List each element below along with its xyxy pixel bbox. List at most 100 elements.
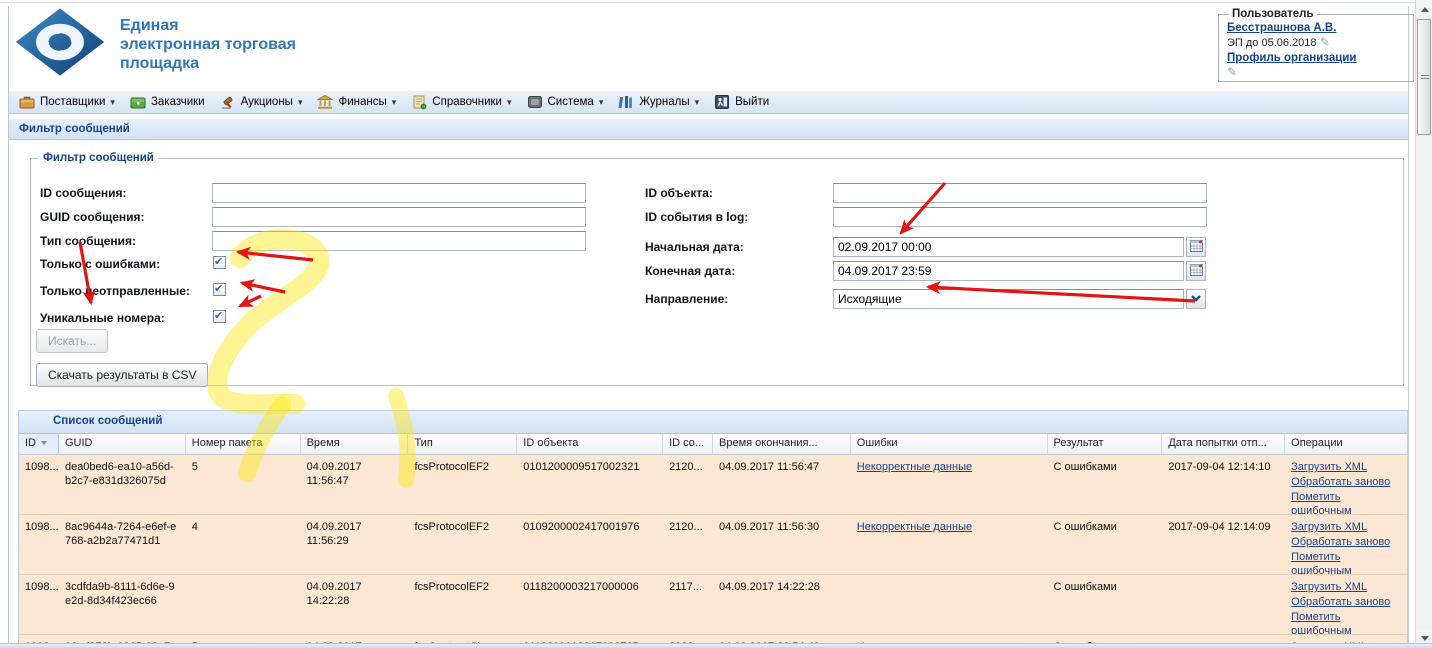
start-date-input[interactable] xyxy=(833,237,1184,257)
operation-link[interactable]: Загрузить XML xyxy=(1291,520,1401,534)
column-header-attempt-date[interactable]: Дата попытки отп... xyxy=(1162,434,1286,454)
end-date-label: Конечная дата: xyxy=(645,264,736,278)
cell-time: 04.09.2017 14:22:28 xyxy=(306,581,362,607)
log-event-id-input[interactable] xyxy=(833,207,1207,227)
message-id-input[interactable] xyxy=(212,183,586,203)
filter-legend: Фильтр сообщений xyxy=(43,152,154,164)
message-guid-input[interactable] xyxy=(212,207,586,227)
operation-link[interactable]: Пометить ошибочным xyxy=(1291,550,1401,574)
cell-time: 04.09.2017 11:56:47 xyxy=(306,461,362,487)
unique-numbers-checkbox[interactable] xyxy=(213,309,226,323)
column-header-guid[interactable]: GUID xyxy=(59,434,186,454)
menu-item-customers[interactable]: Заказчики xyxy=(124,94,214,110)
column-header-time[interactable]: Время xyxy=(301,434,409,454)
column-header-packet[interactable]: Номер пакета xyxy=(186,434,301,454)
table-row[interactable]: 1098... 3cdfda9b-8111-6d6e-9e2d-8d34f423… xyxy=(19,575,1407,635)
menu-item-label: Выйти xyxy=(735,96,770,108)
search-button[interactable]: Искать... xyxy=(36,329,109,353)
menu-item-directories[interactable]: Справочники xyxy=(405,94,520,110)
object-id-label: ID объекта: xyxy=(645,186,713,200)
cell-event-id: 2117... xyxy=(669,581,702,593)
menu-item-journals[interactable]: Журналы xyxy=(612,94,708,110)
operation-link[interactable]: Обработать заново xyxy=(1291,535,1401,549)
menu-item-label: Журналы xyxy=(639,96,690,108)
operation-link[interactable]: Обработать заново xyxy=(1291,595,1401,609)
page-top-border xyxy=(0,2,1432,3)
column-header-result[interactable]: Результат xyxy=(1048,434,1163,454)
logo-line-2: электронная торговая xyxy=(120,36,296,53)
download-csv-button[interactable]: Скачать результаты в CSV xyxy=(36,363,209,387)
cell-id: 1098... xyxy=(25,521,59,533)
column-header-event-id[interactable]: ID со... xyxy=(663,434,713,454)
start-date-calendar-button[interactable] xyxy=(1186,237,1206,257)
scrollbar-thumb[interactable] xyxy=(1417,19,1431,135)
menu-item-system[interactable]: Система xyxy=(521,94,613,110)
cell-type: fcsProtocolEF2 xyxy=(414,581,490,593)
cell-errors: Некорректные данные xyxy=(851,455,1048,514)
chevron-down-icon xyxy=(695,96,700,108)
only-unsent-checkbox[interactable] xyxy=(213,282,226,296)
suppliers-icon xyxy=(19,94,35,110)
message-type-input[interactable] xyxy=(212,231,586,251)
menu-item-exit[interactable]: Выйти xyxy=(708,94,778,110)
error-link[interactable]: Некорректные данные xyxy=(857,461,972,473)
operation-link[interactable]: Загрузить XML xyxy=(1291,580,1401,594)
menu-item-auctions[interactable]: Аукционы xyxy=(214,94,312,110)
triangle-up-icon xyxy=(1420,7,1429,12)
column-header-end-time[interactable]: Время окончания... xyxy=(713,434,851,454)
only-unsent-label: Только неотправленные: xyxy=(40,284,190,298)
scrollbar-grip xyxy=(1421,75,1429,81)
chevron-down-icon xyxy=(392,96,397,108)
scrollbar-up-button[interactable] xyxy=(1416,1,1432,18)
filter-panel: Фильтр сообщений ID сообщения: GUID сооб… xyxy=(30,152,1404,387)
object-id-input[interactable] xyxy=(833,183,1207,203)
menu-item-suppliers[interactable]: Поставщики xyxy=(13,94,124,110)
only-errors-checkbox[interactable] xyxy=(213,255,226,269)
user-name-link[interactable]: Бесстрашнова А.В. xyxy=(1227,21,1336,35)
direction-dropdown-button[interactable] xyxy=(1186,289,1206,309)
end-date-calendar-button[interactable] xyxy=(1186,261,1206,281)
page-title-bar: Фильтр сообщений xyxy=(9,118,1408,140)
menu-item-label: Система xyxy=(547,96,594,108)
direction-combobox[interactable] xyxy=(833,289,1184,309)
message-id-label: ID сообщения: xyxy=(40,186,127,200)
cell-end-time: 04.09.2017 11:56:30 xyxy=(719,521,820,533)
cell-object-id: 0101200009517002321 xyxy=(523,461,640,473)
operation-link[interactable]: Обработать заново xyxy=(1291,475,1401,489)
menu-item-finance[interactable]: Финансы xyxy=(311,94,405,110)
logo-line-3: площадка xyxy=(120,55,200,72)
grid-title: Список сообщений xyxy=(19,411,1407,434)
cell-type: fcsProtocolEF2 xyxy=(414,461,490,473)
calendar-icon xyxy=(1189,263,1203,279)
cell-guid: 8ac9644a-7264-e6ef-e768-a2b2a77471d1 xyxy=(64,521,177,547)
vertical-scrollbar[interactable] xyxy=(1415,0,1432,648)
exit-icon xyxy=(714,94,730,110)
column-header-id[interactable]: ID xyxy=(19,434,59,454)
menu-item-label: Аукционы xyxy=(240,96,293,108)
operation-link[interactable]: Пометить ошибочным xyxy=(1291,610,1401,634)
end-date-input[interactable] xyxy=(833,261,1184,281)
column-header-errors[interactable]: Ошибки xyxy=(851,434,1048,454)
only-errors-label: Только с ошибками: xyxy=(40,257,161,271)
signature-validity: ЭП до 05.06.2018 xyxy=(1227,37,1317,49)
journals-icon xyxy=(618,94,634,110)
table-row[interactable]: 1098... dea0bed6-ea10-a56d-b2c7-e831d326… xyxy=(19,455,1407,515)
cell-attempt-date: 2017-09-04 12:14:10 xyxy=(1168,461,1271,473)
menu-item-label: Справочники xyxy=(432,96,502,108)
operation-link[interactable]: Пометить ошибочным xyxy=(1291,490,1401,514)
system-icon xyxy=(527,94,543,110)
operation-link[interactable]: Загрузить XML xyxy=(1291,460,1401,474)
messages-grid: Список сообщений ID GUID Номер пакета Вр… xyxy=(18,410,1408,648)
chevron-down-icon xyxy=(507,96,512,108)
column-header-operations[interactable]: Операции xyxy=(1285,434,1407,454)
column-header-type[interactable]: Тип xyxy=(408,434,518,454)
org-profile-link[interactable]: Профиль организации xyxy=(1227,51,1356,65)
cell-time: 04.09.2017 11:56:29 xyxy=(306,521,362,547)
table-row[interactable]: 1098... 8ac9644a-7264-e6ef-e768-a2b2a774… xyxy=(19,515,1407,575)
edit-pencil-icon-2[interactable] xyxy=(1227,65,1237,79)
column-header-object-id[interactable]: ID объекта xyxy=(517,434,664,454)
edit-pencil-icon[interactable] xyxy=(1320,35,1330,49)
grid-header-row: ID GUID Номер пакета Время Тип ID объект… xyxy=(19,434,1407,455)
error-link[interactable]: Некорректные данные xyxy=(857,521,972,533)
page-title: Фильтр сообщений xyxy=(19,123,130,135)
